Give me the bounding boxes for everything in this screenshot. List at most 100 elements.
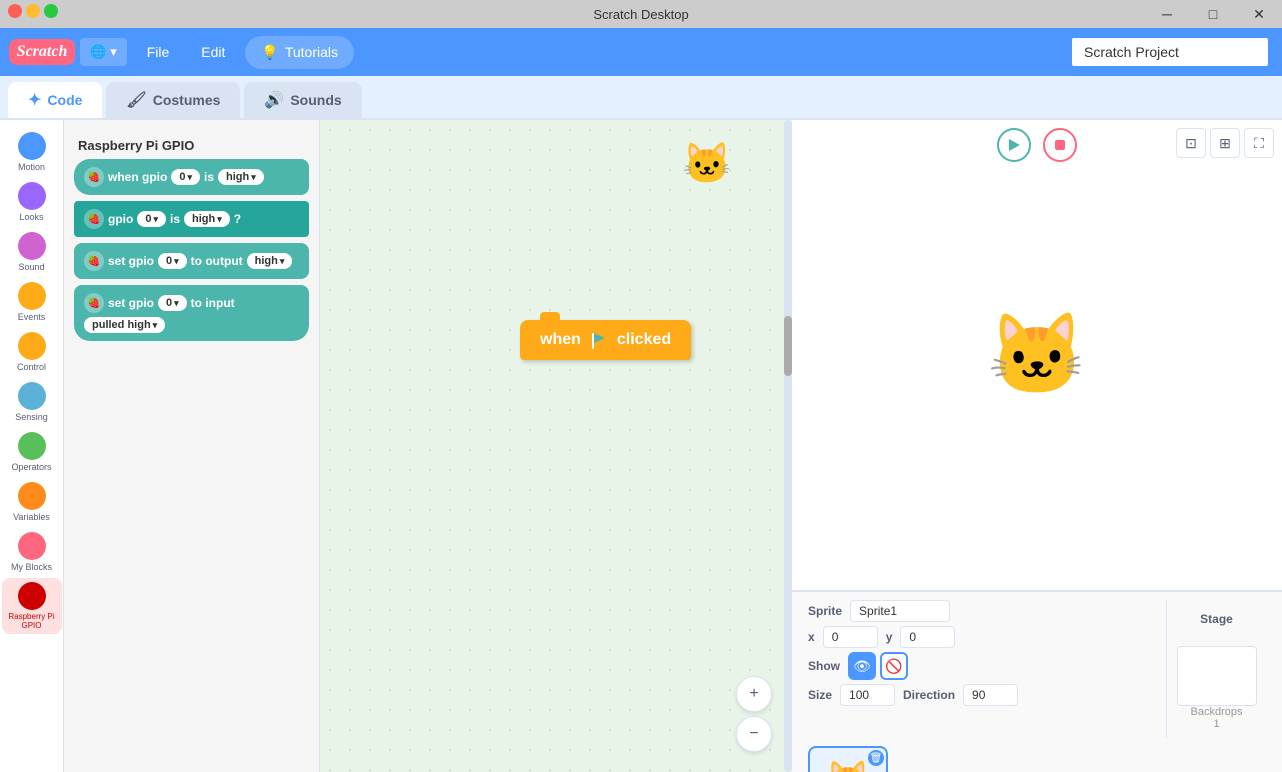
- stage-controls: [997, 128, 1077, 162]
- y-input[interactable]: [900, 626, 955, 648]
- zoom-out-btn[interactable]: −: [736, 716, 772, 752]
- sidebar-item-sound[interactable]: Sound: [2, 228, 62, 276]
- show-row: Show 👁 🚫: [808, 652, 1146, 680]
- size-input[interactable]: [840, 684, 895, 706]
- blocks-list: Raspberry Pi GPIO 🍓 when gpio 0 ▾ is hig…: [64, 120, 319, 772]
- sidebar-item-myblocks[interactable]: My Blocks: [2, 528, 62, 576]
- show-visible-btn[interactable]: 👁: [848, 652, 876, 680]
- stage-thumb[interactable]: [1177, 646, 1257, 706]
- block-set-gpio-input[interactable]: 🍓 set gpio 0 ▾ to input pulled high ▾: [74, 285, 309, 341]
- sound-icon: [18, 232, 46, 260]
- canvas-scrollbar[interactable]: [784, 120, 792, 772]
- tab-sounds[interactable]: 🔊 Sounds: [244, 82, 361, 118]
- block2-val1[interactable]: 0 ▾: [137, 211, 166, 227]
- tab-code[interactable]: ✦ Code: [8, 82, 102, 118]
- sidebar-item-control[interactable]: Control: [2, 328, 62, 376]
- block2-connector: is: [170, 212, 180, 226]
- minimize-btn[interactable]: ─: [1144, 0, 1190, 28]
- when-clicked-block[interactable]: when clicked: [520, 320, 691, 360]
- zoom-in-btn[interactable]: +: [736, 676, 772, 712]
- sidebar-item-operators[interactable]: Operators: [2, 428, 62, 476]
- tab-costumes[interactable]: 🖌 Costumes: [106, 82, 240, 118]
- rpi-label: Raspberry Pi GPIO: [4, 612, 60, 630]
- backdrops-count: 1: [1213, 718, 1219, 730]
- sprite-panel-header: Sprite x y Show 👁 🚫: [792, 592, 1282, 738]
- block-set-gpio-output[interactable]: 🍓 set gpio 0 ▾ to output high ▾: [74, 243, 309, 279]
- tab-bar: ✦ Code 🖌 Costumes 🔊 Sounds: [0, 76, 1282, 120]
- block3-prefix: set gpio: [108, 254, 154, 268]
- sidebar-item-events[interactable]: Events: [2, 278, 62, 326]
- block1-val2[interactable]: high ▾: [218, 169, 264, 185]
- sprite1-icon: 🐱: [826, 759, 871, 772]
- flag-icon: [589, 330, 609, 350]
- sprite-coord-row: x y: [808, 626, 1146, 648]
- rpi-block-icon-3: 🍓: [84, 251, 104, 271]
- sidebar-item-variables[interactable]: Variables: [2, 478, 62, 526]
- show-hidden-btn[interactable]: 🚫: [880, 652, 908, 680]
- canvas-area[interactable]: 🐱 when clicked + −: [320, 120, 792, 772]
- block1-prefix: when gpio: [108, 170, 167, 184]
- scratch-logo-text: Scratch: [9, 39, 76, 65]
- block4-connector: to input: [191, 296, 235, 310]
- block2-prefix: gpio: [108, 212, 133, 226]
- sidebar-item-rpi[interactable]: Raspberry Pi GPIO: [2, 578, 62, 634]
- minimize-mac-btn[interactable]: [26, 4, 40, 18]
- sounds-icon: 🔊: [264, 90, 284, 110]
- close-mac-btn[interactable]: [8, 4, 22, 18]
- sidebar-item-sensing[interactable]: Sensing: [2, 378, 62, 426]
- block4-val1[interactable]: 0 ▾: [158, 295, 187, 311]
- fullscreen-btn[interactable]: ⛶: [1244, 128, 1274, 158]
- when-text: when: [540, 331, 581, 349]
- category-sidebar: Motion Looks Sound Events Control Sensin…: [0, 120, 64, 772]
- maximize-btn[interactable]: □: [1190, 0, 1236, 28]
- operators-label: Operators: [11, 462, 51, 472]
- block3-connector: to output: [191, 254, 243, 268]
- file-menu[interactable]: File: [135, 36, 182, 68]
- right-panel: ⊡ ⊞ ⛶ 🐱 Sprite x y: [792, 120, 1282, 772]
- small-stage-btn[interactable]: ⊡: [1176, 128, 1206, 158]
- sprite-grid: 🗑 🐱 Sprite1: [792, 738, 1282, 772]
- sprite-name-input[interactable]: [850, 600, 950, 622]
- sprite-label: Sprite: [808, 604, 842, 618]
- stop-btn[interactable]: [1043, 128, 1077, 162]
- sprite-delete-btn[interactable]: 🗑: [868, 750, 884, 766]
- block-when-gpio[interactable]: 🍓 when gpio 0 ▾ is high ▾: [74, 159, 309, 195]
- stage-area: ⊡ ⊞ ⛶ 🐱: [792, 120, 1282, 592]
- control-icon: [18, 332, 46, 360]
- green-flag-btn[interactable]: [997, 128, 1031, 162]
- control-label: Control: [17, 362, 46, 372]
- tutorials-btn[interactable]: 💡 Tutorials: [245, 36, 354, 69]
- block-gpio-condition[interactable]: 🍓 gpio 0 ▾ is high ▾ ?: [74, 201, 309, 237]
- sound-label: Sound: [18, 262, 44, 272]
- sprite-thumb-sprite1[interactable]: 🗑 🐱 Sprite1: [808, 746, 888, 772]
- language-btn[interactable]: 🌐 ▾: [80, 38, 127, 66]
- maximize-mac-btn[interactable]: [44, 4, 58, 18]
- block4-val2[interactable]: pulled high ▾: [84, 317, 165, 333]
- stage-layout-btns: ⊡ ⊞ ⛶: [1176, 128, 1274, 158]
- x-input[interactable]: [823, 626, 878, 648]
- variables-icon: [18, 482, 46, 510]
- canvas-scroll-thumb[interactable]: [784, 316, 792, 376]
- stage-cat-sprite: 🐱: [987, 308, 1087, 402]
- events-label: Events: [18, 312, 46, 322]
- direction-input[interactable]: [963, 684, 1018, 706]
- win-controls[interactable]: ─ □ ✕: [1144, 0, 1282, 28]
- block2-val2[interactable]: high ▾: [184, 211, 230, 227]
- lightbulb-icon: 💡: [261, 44, 278, 61]
- show-label: Show: [808, 659, 840, 673]
- block3-val2[interactable]: high ▾: [247, 253, 293, 269]
- mac-window-controls[interactable]: [8, 4, 58, 18]
- edit-menu[interactable]: Edit: [189, 36, 237, 68]
- sidebar-item-looks[interactable]: Looks: [2, 178, 62, 226]
- scratch-logo[interactable]: Scratch: [12, 34, 72, 70]
- block3-val1[interactable]: 0 ▾: [158, 253, 187, 269]
- show-btns: 👁 🚫: [848, 652, 908, 680]
- large-stage-btn[interactable]: ⊞: [1210, 128, 1240, 158]
- sidebar-item-motion[interactable]: Motion: [2, 128, 62, 176]
- block1-val1[interactable]: 0 ▾: [171, 169, 200, 185]
- project-name-input[interactable]: [1070, 36, 1270, 68]
- close-btn[interactable]: ✕: [1236, 0, 1282, 28]
- x-label: x: [808, 630, 815, 644]
- main-content: Motion Looks Sound Events Control Sensin…: [0, 120, 1282, 772]
- sensing-label: Sensing: [15, 412, 48, 422]
